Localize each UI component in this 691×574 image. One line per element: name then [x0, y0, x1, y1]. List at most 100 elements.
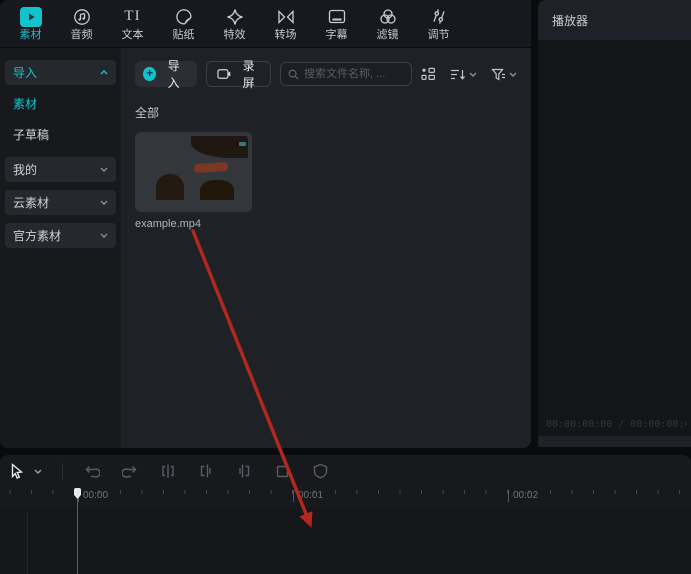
search-box: [280, 62, 412, 86]
tab-transition[interactable]: 转场: [261, 2, 310, 46]
playhead-line: [77, 498, 78, 574]
sidebar-item-official-material[interactable]: 官方素材: [5, 223, 116, 248]
subtitle-icon: [328, 7, 346, 27]
record-screen-icon: [217, 68, 231, 80]
tab-label: 特效: [223, 28, 246, 41]
tab-adjust[interactable]: 调节: [414, 2, 463, 46]
tab-effects[interactable]: 特效: [210, 2, 259, 46]
top-toolbar: 素材 音频 TI 文本 贴纸 特效 转场 字幕 滤镜 调节: [0, 0, 531, 47]
media-play-icon: [19, 6, 42, 27]
sidebar-item-import[interactable]: 导入: [5, 60, 116, 85]
thumbnail-frame: [135, 132, 252, 212]
track-header-divider: [27, 512, 28, 574]
sidebar-item-mine[interactable]: 我的: [5, 157, 116, 182]
chevron-up-icon: [100, 70, 108, 75]
ruler-label: 00:01: [293, 490, 323, 502]
tab-label: 音频: [70, 28, 93, 41]
sidebar-item-subdraft[interactable]: 子草稿: [13, 126, 121, 143]
tab-label: 调节: [427, 28, 450, 41]
media-workspace: 导入 素材 子草稿 我的 云素材 官方素材 + 导入 录屏 搜索文件名称, ..…: [0, 48, 531, 448]
plus-icon: +: [143, 67, 157, 81]
media-controls: + 导入 录屏: [135, 59, 517, 90]
player-header: 播放器: [538, 0, 691, 40]
video-thumbnail: [139, 136, 248, 200]
cursor-icon: [10, 463, 24, 479]
filter-button[interactable]: [491, 68, 517, 81]
split-delete-right-button[interactable]: [235, 462, 253, 480]
tab-label: 滤镜: [376, 28, 399, 41]
tab-label: 转场: [274, 28, 297, 41]
mask-shield-button[interactable]: [311, 462, 329, 480]
toolbar-divider: [62, 463, 63, 479]
thumbnail-art: [193, 161, 228, 174]
sidebar-item-cloud-material[interactable]: 云素材: [5, 190, 116, 215]
tab-audio[interactable]: 音频: [57, 2, 106, 46]
text-icon: TI: [124, 8, 141, 24]
sort-button[interactable]: [450, 68, 477, 81]
chevron-down-icon: [469, 72, 477, 77]
sort-icon: [450, 68, 466, 81]
split-delete-left-button[interactable]: [197, 462, 215, 480]
player-title: 播放器: [552, 13, 589, 28]
timeline-track-area: [0, 507, 691, 574]
media-sidebar: 导入 素材 子草稿 我的 云素材 官方素材: [0, 48, 121, 448]
thumbnail-art: [200, 180, 235, 200]
media-panel: + 导入 录屏 搜索文件名称, ... 全部 example.mp4: [121, 48, 531, 448]
tab-subtitle[interactable]: 字幕: [312, 2, 361, 46]
player-footer: [538, 436, 691, 447]
sidebar-item-label: 官方素材: [13, 229, 62, 243]
section-all-label: 全部: [135, 106, 160, 120]
thumbnail-art: [191, 136, 248, 158]
tab-filter[interactable]: 滤镜: [363, 2, 412, 46]
search-input[interactable]: [304, 68, 404, 80]
tab-label: 素材: [19, 28, 42, 41]
record-screen-button[interactable]: 录屏: [206, 59, 271, 90]
sticker-icon: [175, 7, 193, 27]
tab-text[interactable]: TI 文本: [108, 2, 157, 46]
sidebar-item-label: 云素材: [13, 196, 50, 210]
funnel-filter-icon: [491, 68, 506, 81]
grid-view-button[interactable]: [421, 67, 436, 81]
thumbnail-art: [156, 174, 185, 200]
transition-icon: [277, 7, 295, 27]
view-tools: [421, 67, 517, 81]
grid-view-icon: [421, 67, 436, 81]
timeline-ruler[interactable]: 00:00 00:01 00:02: [0, 487, 691, 507]
tab-sticker[interactable]: 贴纸: [159, 2, 208, 46]
chevron-down-icon: [34, 469, 42, 474]
timeline-panel: 00:00 00:01 00:02: [0, 455, 691, 574]
crop-button[interactable]: [273, 462, 291, 480]
playhead[interactable]: [74, 488, 81, 574]
adjust-sliders-icon: [430, 7, 448, 27]
select-tool-button[interactable]: [10, 462, 42, 480]
thumbnail-badge: [239, 142, 246, 146]
timeline-toolbar: [0, 455, 691, 487]
search-icon: [288, 69, 299, 80]
audio-icon: [73, 7, 91, 27]
filter-circles-icon: [379, 7, 397, 27]
chevron-down-icon: [100, 233, 108, 238]
sidebar-item-material[interactable]: 素材: [13, 95, 121, 112]
player-panel: 播放器 00:00:00:00 / 00:00:00:00: [538, 0, 691, 447]
import-button[interactable]: + 导入: [135, 59, 198, 90]
effects-star-icon: [226, 7, 244, 27]
chevron-down-icon: [100, 167, 108, 172]
tab-media[interactable]: 素材: [6, 2, 55, 46]
undo-button[interactable]: [83, 462, 101, 480]
tab-label: 字幕: [325, 28, 348, 41]
chevron-down-icon: [509, 72, 517, 77]
player-timecode: 00:00:00:00 / 00:00:00:00: [546, 419, 686, 430]
media-file-card[interactable]: example.mp4: [135, 132, 252, 230]
chevron-down-icon: [100, 200, 108, 205]
sidebar-item-label: 导入: [13, 66, 38, 80]
ruler-label: 00:00: [78, 490, 108, 502]
tab-label: 文本: [121, 28, 144, 41]
sidebar-item-label: 我的: [13, 163, 38, 177]
record-button-label: 录屏: [242, 59, 255, 90]
redo-button[interactable]: [121, 462, 139, 480]
import-button-label: 导入: [167, 59, 180, 90]
ruler-label: 00:02: [508, 490, 538, 502]
player-viewport: 00:00:00:00 / 00:00:00:00: [538, 40, 691, 436]
split-button[interactable]: [159, 462, 177, 480]
file-name: example.mp4: [135, 218, 202, 230]
